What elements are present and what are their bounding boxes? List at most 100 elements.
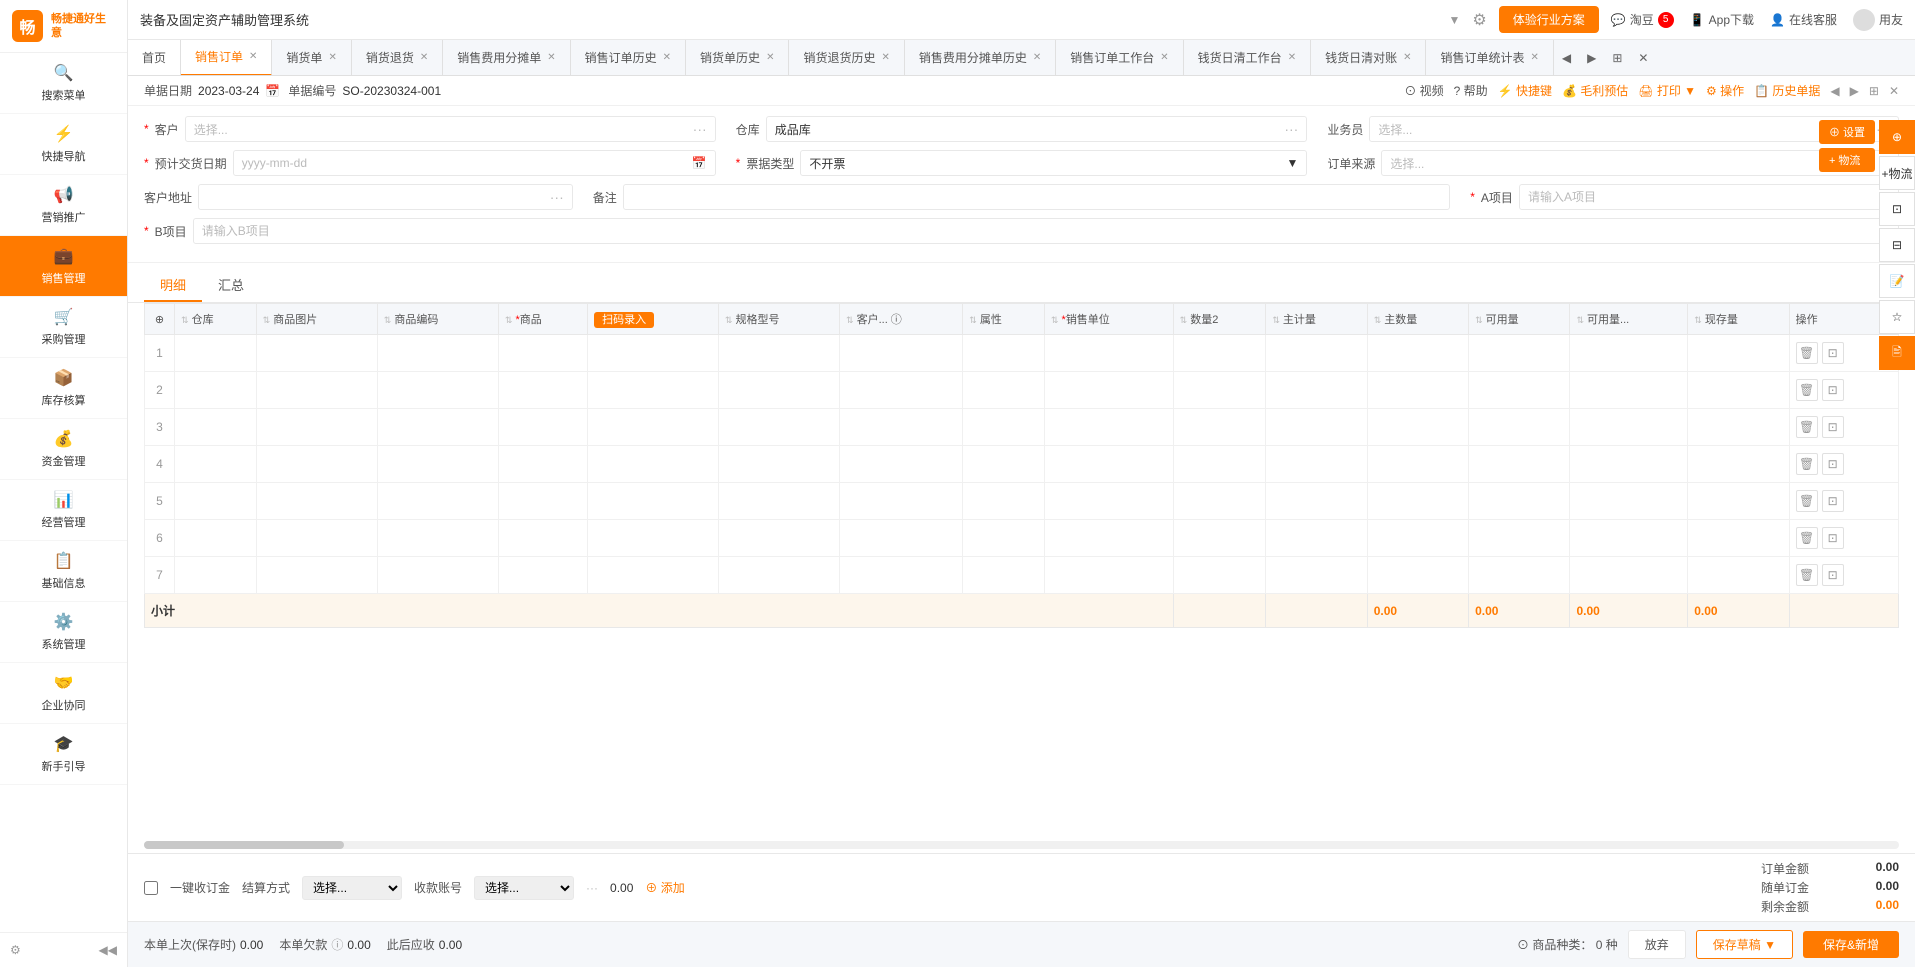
b-project-input[interactable]: 请输入B项目 [193, 218, 1899, 244]
tab-slip-history-close[interactable]: ✕ [766, 52, 774, 63]
settings-icon[interactable]: ⚙ [1472, 10, 1486, 30]
tab-daily-reconcile[interactable]: 钱货日清对账 ✕ [1311, 40, 1426, 76]
row-2-delete-btn[interactable]: 🗑 [1796, 379, 1818, 401]
tab-daily-reconcile-close[interactable]: ✕ [1403, 52, 1411, 63]
tab-slip-history[interactable]: 销货单历史 ✕ [686, 40, 789, 76]
address-dots[interactable]: ··· [550, 189, 564, 205]
row-2-customer-code[interactable] [839, 372, 962, 409]
save-new-btn[interactable]: 保存&新增 [1803, 931, 1899, 958]
rsb-add-goods[interactable]: +物流 [1879, 156, 1915, 190]
tab-sales-slip-close[interactable]: ✕ [328, 52, 336, 63]
rsb-btn2[interactable]: ⊟ [1879, 228, 1915, 262]
toolbar-shortcut-btn[interactable]: ⚡ 快捷键 [1498, 82, 1552, 99]
tab-fee-history-close[interactable]: ✕ [1033, 52, 1041, 63]
add-payment-btn[interactable]: ⊕ 添加 [645, 879, 684, 896]
row-5-delete-btn[interactable]: 🗑 [1796, 490, 1818, 512]
tab-sales-return[interactable]: 销货退货 ✕ [352, 40, 443, 76]
row-4-copy-btn[interactable]: ⊡ [1822, 453, 1844, 475]
row-2-copy-btn[interactable]: ⊡ [1822, 379, 1844, 401]
sidebar-item-collab[interactable]: 🤝 企业协同 [0, 663, 127, 724]
tab-detail[interactable]: 明细 [144, 269, 202, 302]
tab-sales-order-close[interactable]: ✕ [249, 51, 257, 62]
row-4-delete-btn[interactable]: 🗑 [1796, 453, 1818, 475]
dots-btn2[interactable]: ··· [586, 881, 598, 895]
toolbar-history-btn[interactable]: 📋 历史单据 [1754, 82, 1820, 99]
row-2-available[interactable] [1469, 372, 1570, 409]
row-1-image[interactable] [256, 335, 377, 372]
account-select[interactable]: 选择... [474, 876, 574, 900]
tab-close-all-btn[interactable]: ✕ [1630, 40, 1656, 76]
quick-pay-checkbox[interactable] [144, 881, 158, 895]
online-service-btn[interactable]: 👤 在线客服 [1770, 11, 1837, 28]
col-add[interactable]: ⊕ [145, 304, 175, 335]
rsb-btn1[interactable]: ⊡ [1879, 192, 1915, 226]
toolbar-close-btn[interactable]: ✕ [1889, 84, 1899, 98]
row-1-available2[interactable] [1570, 335, 1688, 372]
toolbar-collapse-btn[interactable]: ◀ [1830, 84, 1839, 98]
current-debt-info[interactable]: ⓘ [331, 936, 343, 953]
row-2-code[interactable] [377, 372, 498, 409]
row-1-main-unit[interactable] [1266, 335, 1367, 372]
row-1-spec[interactable] [718, 335, 839, 372]
row-1-warehouse[interactable] [175, 335, 257, 372]
row-1-copy-btn[interactable]: ⊡ [1822, 342, 1844, 364]
sidebar-item-finance[interactable]: 💰 资金管理 [0, 419, 127, 480]
row-2-main-qty[interactable] [1367, 372, 1468, 409]
row-7-delete-btn[interactable]: 🗑 [1796, 564, 1818, 586]
user-btn[interactable]: 用友 [1853, 9, 1903, 31]
row-6-delete-btn[interactable]: 🗑 [1796, 527, 1818, 549]
tab-sales-slip[interactable]: 销货单 ✕ [272, 40, 351, 76]
system-dropdown-icon[interactable]: ▼ [1448, 13, 1460, 27]
row-2-attribute[interactable] [963, 372, 1045, 409]
tab-fee-split[interactable]: 销售费用分摊单 ✕ [443, 40, 570, 76]
tab-daily-workbench[interactable]: 钱货日清工作台 ✕ [1184, 40, 1311, 76]
sidebar-item-system[interactable]: ⚙️ 系统管理 [0, 602, 127, 663]
scroll-track[interactable] [144, 841, 1899, 849]
rsb-btn4[interactable]: ☆ [1879, 300, 1915, 334]
row-2-qty2[interactable] [1173, 372, 1266, 409]
address-input[interactable]: ··· [198, 184, 573, 210]
col-scan[interactable]: 扫码录入 [588, 304, 719, 335]
discard-btn[interactable]: 放弃 [1628, 930, 1686, 959]
row-1-main-qty[interactable] [1367, 335, 1468, 372]
sidebar-item-business[interactable]: 📊 经营管理 [0, 480, 127, 541]
row-1-customer-code[interactable] [839, 335, 962, 372]
scroll-thumb[interactable] [144, 841, 344, 849]
row-2-main-unit[interactable] [1266, 372, 1367, 409]
invoice-type-select[interactable]: 不开票 ▼ [800, 150, 1307, 176]
row-1-attribute[interactable] [963, 335, 1045, 372]
tab-sales-return-close[interactable]: ✕ [420, 52, 428, 63]
row-3-delete-btn[interactable]: 🗑 [1796, 416, 1818, 438]
tab-daily-workbench-close[interactable]: ✕ [1288, 52, 1296, 63]
tab-stats[interactable]: 销售订单统计表 ✕ [1426, 40, 1553, 76]
message-btn[interactable]: 💬 淘豆 5 [1611, 11, 1674, 28]
tab-next-btn[interactable]: ▶ [1579, 40, 1604, 76]
toolbar-profit-btn[interactable]: 💰 毛利预估 [1562, 82, 1628, 99]
customer-input[interactable]: 选择... ··· [185, 116, 716, 142]
tab-stats-close[interactable]: ✕ [1531, 52, 1539, 63]
sidebar-item-basic[interactable]: 📋 基础信息 [0, 541, 127, 602]
sidebar-item-search[interactable]: 🔍 搜索菜单 [0, 53, 127, 114]
tab-more-btn[interactable]: ⊞ [1604, 40, 1630, 76]
sidebar-collapse-icon[interactable]: ◀◀ [99, 943, 117, 957]
toolbar-video-btn[interactable]: ⊙ 视频 [1404, 82, 1443, 99]
tab-return-history-close[interactable]: ✕ [881, 52, 889, 63]
sidebar-item-purchase[interactable]: 🛒 采购管理 [0, 297, 127, 358]
row-1-unit[interactable] [1044, 335, 1173, 372]
row-2-stock[interactable] [1688, 372, 1789, 409]
tab-prev-btn[interactable]: ◀ [1554, 40, 1579, 76]
toolbar-help-btn[interactable]: ? 帮助 [1454, 82, 1488, 99]
save-draft-btn[interactable]: 保存草稿 ▼ [1696, 930, 1793, 959]
sidebar-settings-icon[interactable]: ⚙ [10, 943, 21, 957]
delivery-date-input[interactable]: yyyy-mm-dd 📅 [233, 150, 716, 176]
remark-input[interactable] [623, 184, 1450, 210]
tab-fee-history[interactable]: 销售费用分摊单历史 ✕ [905, 40, 1056, 76]
sidebar-item-guide[interactable]: 🎓 新手引导 [0, 724, 127, 785]
row-2-image[interactable] [256, 372, 377, 409]
row-2-unit[interactable] [1044, 372, 1173, 409]
app-download-btn[interactable]: 📱 App下载 [1690, 11, 1754, 28]
tab-summary[interactable]: 汇总 [202, 269, 260, 302]
row-1-qty2[interactable] [1173, 335, 1266, 372]
row-1-delete-btn[interactable]: 🗑 [1796, 342, 1818, 364]
toolbar-ops-btn[interactable]: ⚙ 操作 [1706, 82, 1744, 99]
